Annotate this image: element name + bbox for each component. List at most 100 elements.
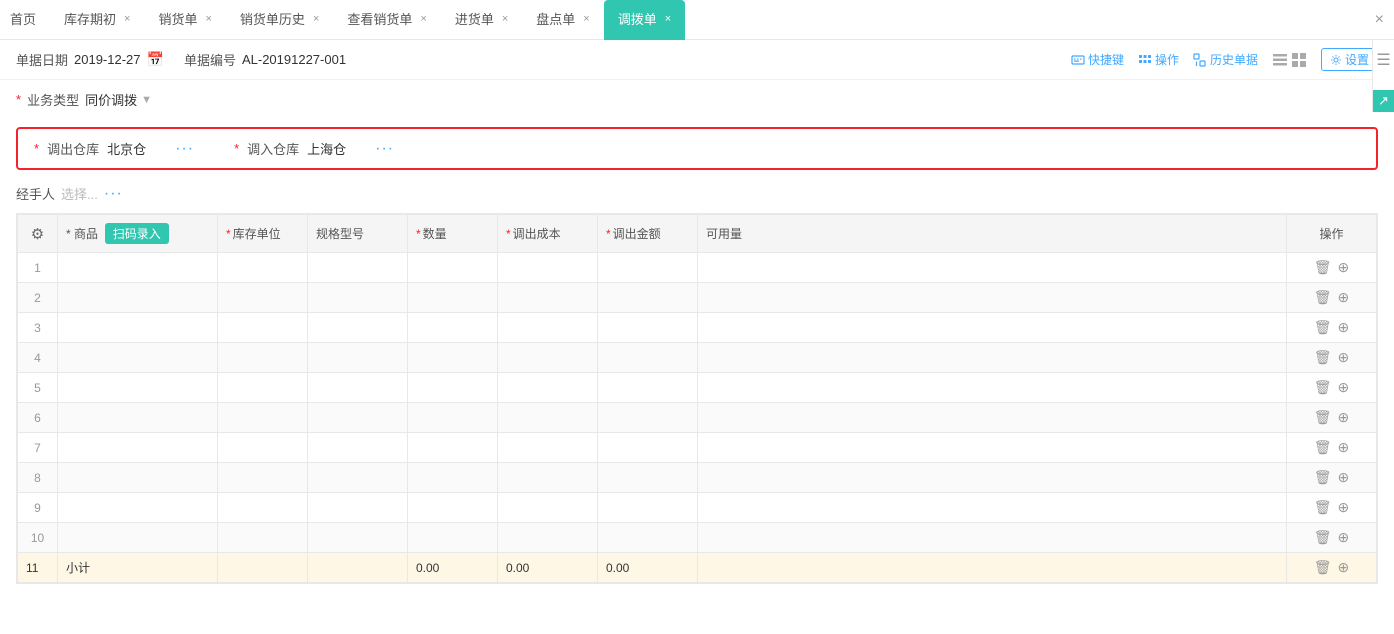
product-cell-1[interactable] (58, 253, 218, 283)
product-cell-8[interactable] (58, 463, 218, 493)
delete-row-5-button[interactable]: 🗑 (1314, 379, 1332, 396)
cost-cell-10[interactable] (498, 523, 598, 553)
scan-input-button[interactable]: 扫码录入 (105, 223, 169, 244)
qty-cell-2[interactable] (408, 283, 498, 313)
available-cell-2[interactable] (698, 283, 1287, 313)
settings-button[interactable]: 设置 (1321, 48, 1378, 71)
tab-sales-order[interactable]: 销货单 × (144, 0, 225, 40)
delete-row-6-button[interactable]: 🗑 (1314, 409, 1332, 426)
spec-cell-9[interactable] (308, 493, 408, 523)
calendar-icon[interactable]: 📅 (147, 51, 164, 68)
copy-row-6-button[interactable]: ⊕ (1338, 409, 1350, 426)
tab-sales-history-close[interactable]: × (313, 13, 319, 25)
copy-row-9-button[interactable]: ⊕ (1338, 499, 1350, 516)
product-cell-9[interactable] (58, 493, 218, 523)
unit-cell-5[interactable] (218, 373, 308, 403)
spec-cell-3[interactable] (308, 313, 408, 343)
cost-cell-8[interactable] (498, 463, 598, 493)
unit-cell-4[interactable] (218, 343, 308, 373)
amount-cell-4[interactable] (598, 343, 698, 373)
qty-cell-1[interactable] (408, 253, 498, 283)
qty-cell-5[interactable] (408, 373, 498, 403)
amount-cell-9[interactable] (598, 493, 698, 523)
tab-inventory-init[interactable]: 库存期初 × (50, 0, 144, 40)
available-cell-3[interactable] (698, 313, 1287, 343)
qty-cell-8[interactable] (408, 463, 498, 493)
cost-cell-3[interactable] (498, 313, 598, 343)
unit-cell-7[interactable] (218, 433, 308, 463)
in-warehouse-more-button[interactable]: ··· (375, 140, 394, 158)
spec-cell-10[interactable] (308, 523, 408, 553)
copy-row-4-button[interactable]: ⊕ (1338, 349, 1350, 366)
gear-icon[interactable]: ⚙ (31, 226, 44, 243)
tab-stocktake-close[interactable]: × (583, 13, 589, 25)
copy-row-3-button[interactable]: ⊕ (1338, 319, 1350, 336)
copy-row-11-button[interactable]: ⊕ (1338, 559, 1350, 576)
manager-more-button[interactable]: ··· (104, 185, 123, 203)
available-cell-1[interactable] (698, 253, 1287, 283)
delete-row-10-button[interactable]: 🗑 (1314, 529, 1332, 546)
spec-cell-7[interactable] (308, 433, 408, 463)
product-cell-5[interactable] (58, 373, 218, 403)
amount-cell-6[interactable] (598, 403, 698, 433)
available-cell-7[interactable] (698, 433, 1287, 463)
tab-view-sales-close[interactable]: × (420, 13, 426, 25)
available-cell-9[interactable] (698, 493, 1287, 523)
delete-row-4-button[interactable]: 🗑 (1314, 349, 1332, 366)
qty-cell-7[interactable] (408, 433, 498, 463)
unit-cell-2[interactable] (218, 283, 308, 313)
gear-column-header[interactable]: ⚙ (18, 215, 58, 253)
biz-type-select[interactable]: 同价调拨 ▼ (85, 90, 245, 109)
available-cell-8[interactable] (698, 463, 1287, 493)
unit-cell-3[interactable] (218, 313, 308, 343)
product-cell-4[interactable] (58, 343, 218, 373)
amount-cell-1[interactable] (598, 253, 698, 283)
delete-row-11-button[interactable]: 🗑 (1314, 559, 1332, 576)
window-close-button[interactable]: × (1375, 11, 1384, 29)
tab-sales-history[interactable]: 销货单历史 × (226, 0, 333, 40)
delete-row-2-button[interactable]: 🗑 (1314, 289, 1332, 306)
history-button[interactable]: 历史单据 (1193, 51, 1258, 68)
amount-cell-5[interactable] (598, 373, 698, 403)
delete-row-8-button[interactable]: 🗑 (1314, 469, 1332, 486)
delete-row-3-button[interactable]: 🗑 (1314, 319, 1332, 336)
amount-cell-10[interactable] (598, 523, 698, 553)
manager-select[interactable]: 选择... (61, 184, 98, 203)
amount-cell-7[interactable] (598, 433, 698, 463)
product-cell-10[interactable] (58, 523, 218, 553)
tab-transfer-close[interactable]: × (665, 13, 671, 25)
product-cell-2[interactable] (58, 283, 218, 313)
copy-row-10-button[interactable]: ⊕ (1338, 529, 1350, 546)
available-cell-10[interactable] (698, 523, 1287, 553)
cost-cell-5[interactable] (498, 373, 598, 403)
unit-cell-10[interactable] (218, 523, 308, 553)
tab-sales-order-close[interactable]: × (205, 13, 211, 25)
available-cell-4[interactable] (698, 343, 1287, 373)
spec-cell-2[interactable] (308, 283, 408, 313)
copy-row-1-button[interactable]: ⊕ (1338, 259, 1350, 276)
cost-cell-6[interactable] (498, 403, 598, 433)
qty-cell-6[interactable] (408, 403, 498, 433)
delete-row-7-button[interactable]: 🗑 (1314, 439, 1332, 456)
product-cell-3[interactable] (58, 313, 218, 343)
unit-cell-6[interactable] (218, 403, 308, 433)
qty-cell-10[interactable] (408, 523, 498, 553)
tab-home[interactable]: 首页 (10, 0, 50, 40)
cost-cell-4[interactable] (498, 343, 598, 373)
copy-row-5-button[interactable]: ⊕ (1338, 379, 1350, 396)
amount-cell-2[interactable] (598, 283, 698, 313)
qty-cell-3[interactable] (408, 313, 498, 343)
unit-cell-8[interactable] (218, 463, 308, 493)
spec-cell-8[interactable] (308, 463, 408, 493)
copy-row-7-button[interactable]: ⊕ (1338, 439, 1350, 456)
list-view-icon[interactable] (1272, 52, 1288, 68)
spec-cell-6[interactable] (308, 403, 408, 433)
unit-cell-9[interactable] (218, 493, 308, 523)
tab-purchase[interactable]: 进货单 × (441, 0, 522, 40)
shortcuts-button[interactable]: 快捷键 (1071, 51, 1124, 68)
amount-cell-3[interactable] (598, 313, 698, 343)
qty-cell-4[interactable] (408, 343, 498, 373)
sidebar-expand-icon[interactable]: ↗ (1373, 90, 1394, 112)
out-warehouse-more-button[interactable]: ··· (175, 140, 194, 158)
cost-cell-2[interactable] (498, 283, 598, 313)
